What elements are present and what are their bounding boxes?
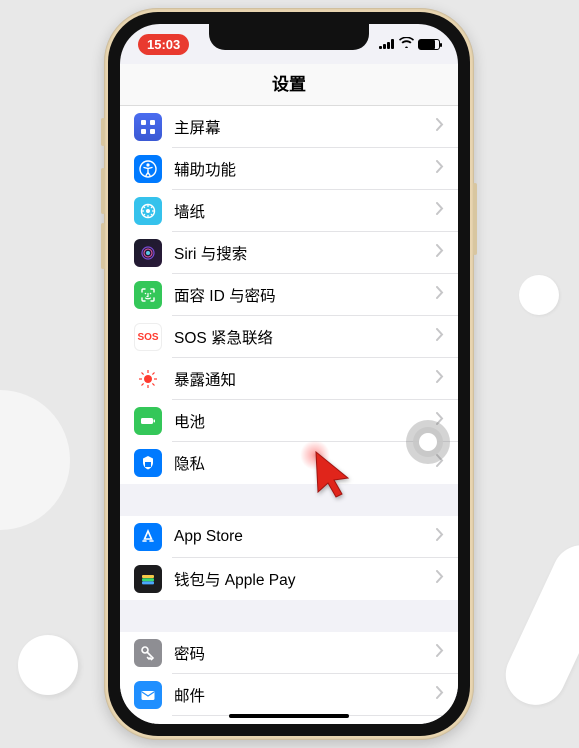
- page-title: 设置: [120, 64, 458, 106]
- row-accessibility[interactable]: 辅助功能: [120, 148, 458, 190]
- row-label: 隐私: [162, 452, 436, 474]
- power-button[interactable]: [473, 183, 477, 255]
- row-exposure[interactable]: 暴露通知: [120, 358, 458, 400]
- row-label: 墙纸: [162, 200, 436, 222]
- row-label: 暴露通知: [162, 368, 436, 390]
- assistive-touch-button[interactable]: [406, 420, 450, 464]
- volume-up-button[interactable]: [101, 168, 105, 214]
- faceid-icon: [134, 281, 162, 309]
- row-appstore[interactable]: App Store: [120, 516, 458, 558]
- privacy-icon: [134, 449, 162, 477]
- background-decor: [496, 535, 579, 714]
- row-label: 电池: [162, 410, 436, 432]
- chevron-right-icon: [436, 686, 458, 704]
- exposure-icon: [134, 365, 162, 393]
- siri-icon: [134, 239, 162, 267]
- row-label: SOS 紧急联络: [162, 326, 436, 348]
- row-label: 钱包与 Apple Pay: [162, 568, 436, 590]
- settings-list: 主屏幕 辅助功能: [120, 106, 458, 724]
- row-siri[interactable]: Siri 与搜索: [120, 232, 458, 274]
- mute-switch[interactable]: [101, 118, 105, 146]
- appstore-icon: [134, 523, 162, 551]
- chevron-right-icon: [436, 160, 458, 178]
- row-label: 辅助功能: [162, 158, 436, 180]
- chevron-right-icon: [436, 570, 458, 588]
- accessibility-icon: [134, 155, 162, 183]
- row-label: 主屏幕: [162, 116, 436, 138]
- mail-icon: [134, 681, 162, 709]
- wifi-icon: [399, 35, 414, 53]
- battery-icon: [418, 39, 440, 50]
- row-wallet[interactable]: 钱包与 Apple Pay: [120, 558, 458, 600]
- chevron-right-icon: [436, 370, 458, 388]
- chevron-right-icon: [436, 644, 458, 662]
- sos-icon: SOS: [134, 323, 162, 351]
- home-screen-icon: [134, 113, 162, 141]
- chevron-right-icon: [436, 118, 458, 136]
- chevron-right-icon: [436, 328, 458, 346]
- phone-frame: 15:03 设置 主屏幕: [104, 8, 474, 740]
- chevron-right-icon: [436, 202, 458, 220]
- background-decor: [0, 390, 70, 530]
- background-decor: [519, 275, 559, 315]
- row-label: 面容 ID 与密码: [162, 284, 436, 306]
- volume-down-button[interactable]: [101, 223, 105, 269]
- chevron-right-icon: [436, 244, 458, 262]
- row-label: Siri 与搜索: [162, 242, 436, 264]
- row-passwords[interactable]: 密码: [120, 632, 458, 674]
- home-indicator[interactable]: [229, 714, 349, 718]
- row-label: 邮件: [162, 684, 436, 706]
- background-decor: [18, 635, 78, 695]
- row-sos[interactable]: SOS SOS 紧急联络: [120, 316, 458, 358]
- passwords-icon: [134, 639, 162, 667]
- wallet-icon: [134, 565, 162, 593]
- row-label: App Store: [162, 528, 436, 546]
- battery-icon: [134, 407, 162, 435]
- status-time-recording[interactable]: 15:03: [138, 34, 189, 55]
- cellular-signal-icon: [379, 39, 395, 49]
- chevron-right-icon: [436, 286, 458, 304]
- wallpaper-icon: [134, 197, 162, 225]
- row-wallpaper[interactable]: 墙纸: [120, 190, 458, 232]
- chevron-right-icon: [436, 528, 458, 546]
- row-faceid[interactable]: 面容 ID 与密码: [120, 274, 458, 316]
- row-mail[interactable]: 邮件: [120, 674, 458, 716]
- row-home-screen[interactable]: 主屏幕: [120, 106, 458, 148]
- screen: 15:03 设置 主屏幕: [120, 24, 458, 724]
- contacts-icon: [134, 723, 162, 724]
- row-label: 密码: [162, 642, 436, 664]
- notch: [209, 24, 369, 50]
